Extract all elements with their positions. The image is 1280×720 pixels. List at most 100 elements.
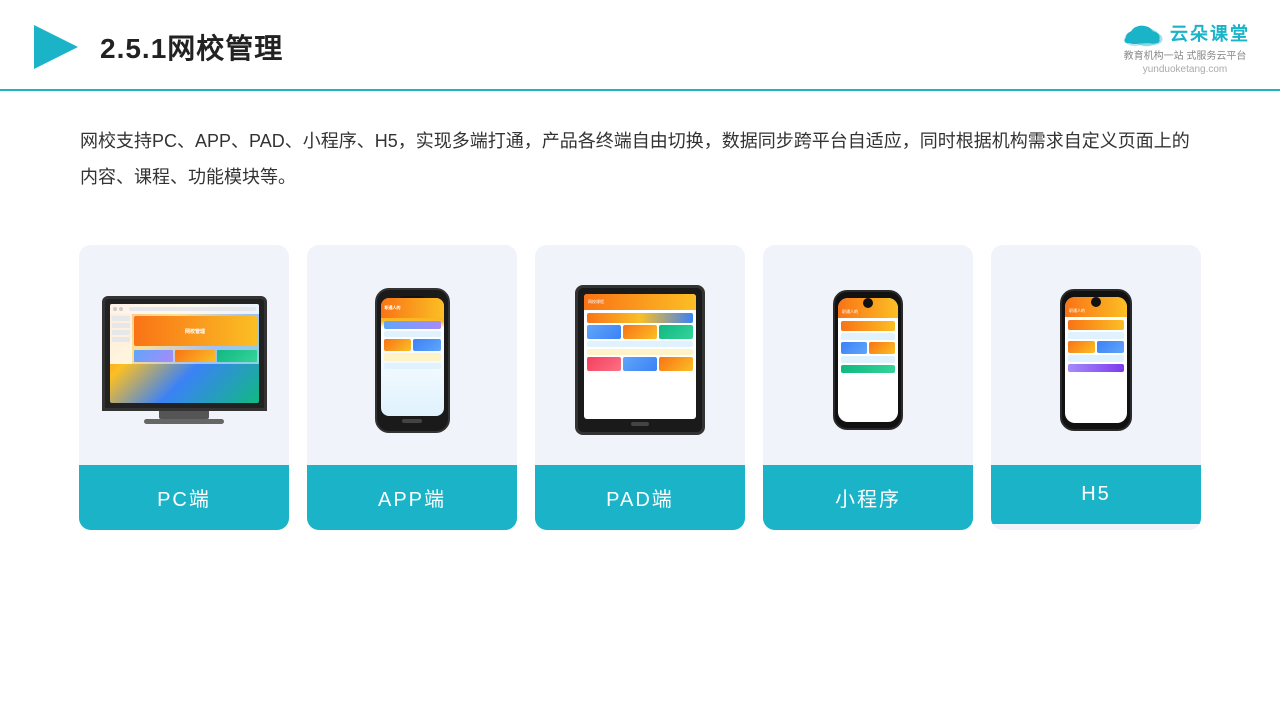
mini-grid-item-1 [841,342,867,354]
mini-screen-title-2: 职通人的 [1069,308,1085,314]
pc-screen-outer: 网校管理 [102,296,267,411]
card-pc: 网校管理 PC端 [79,245,289,530]
tablet-grid-item-4 [587,357,621,371]
pc-nav-dot-1 [113,307,117,311]
mini-screen-title: 职通人的 [842,309,858,315]
logo-url: yunduoketang.com [1143,64,1228,75]
card-miniprogram: 职通人的 小程序 [763,245,973,530]
phone-row-3 [384,353,441,361]
tablet-row-3 [587,349,693,355]
phone-home-btn [402,419,422,423]
pc-main: 网校管理 [132,314,259,364]
phone-row-4 [384,363,441,369]
pc-nav-dot-2 [119,307,123,311]
phone-screen-title: 职通人的 [385,305,401,311]
mini-row-2 [841,356,895,363]
mini-grid-item-3 [1068,341,1095,353]
pc-body: 网校管理 [110,314,259,364]
tablet-grid-item-2 [623,325,657,339]
pc-sidebar [110,314,132,364]
mini-row-orange-2 [1068,320,1124,330]
tablet-header-text: 网校课程 [588,299,604,305]
card-h5-image: 职通人的 [991,245,1201,465]
card-h5: 职通人的 H5 [991,245,1201,530]
phone-row-1 [384,321,441,329]
mini-phone-screen-1: 职通人的 [838,298,898,422]
tablet-header: 网校课程 [584,294,696,310]
pc-sidebar-item [112,330,130,335]
mini-row-purple [1068,364,1124,372]
pc-nav [110,304,259,314]
mini-phone-mockup-2: 职通人的 [1060,289,1132,431]
logo-cloud: 云朵课堂 [1120,18,1250,48]
tablet-row-2 [587,341,693,347]
mini-grid-2 [1068,341,1124,353]
tablet-grid [587,325,693,339]
pc-grid-item [217,350,257,362]
mini-phone-body-2 [1065,317,1127,375]
mini-phone-mockup-1: 职通人的 [833,290,903,430]
tablet-mockup: 网校课程 [575,285,705,435]
tablet-body [584,310,696,374]
play-icon [30,21,82,73]
mini-grid-item-4 [1097,341,1124,353]
header-left: 2.5.1网校管理 [30,21,283,73]
tablet-home-btn [631,422,649,426]
pc-sidebar-item [112,337,130,342]
tablet-grid-item-3 [659,325,693,339]
tablet-grid-item-5 [623,357,657,371]
phone-mockup: 职通人的 [375,288,450,433]
logo-area: 云朵课堂 教育机构一站 式服务云平台 yunduoketang.com [1120,18,1250,75]
tablet-row [587,313,693,323]
tablet-grid-2 [587,357,693,371]
page-title: 2.5.1网校管理 [100,27,283,67]
pc-nav-bar [129,307,256,311]
mini-phone-body-1 [838,318,898,376]
pc-sidebar-item [112,323,130,328]
mini-grid-1 [841,342,895,354]
pc-hero: 网校管理 [134,316,257,346]
phone-row-2 [384,331,441,337]
tablet-grid-item-1 [587,325,621,339]
card-pad-label: PAD端 [535,465,745,530]
mini-phone-punch-2 [1091,297,1101,307]
card-app: 职通人的 APP端 [307,245,517,530]
card-pc-image: 网校管理 [79,245,289,465]
phone-screen-body [381,318,444,372]
phone-screen: 职通人的 [381,298,444,416]
card-pc-label: PC端 [79,465,289,530]
card-pad-image: 网校课程 [535,245,745,465]
pc-stand [159,411,209,419]
mini-row-3 [1068,332,1124,339]
tablet-screen: 网校课程 [584,294,696,419]
mini-phone-punch [863,298,873,308]
card-miniprogram-image: 职通人的 [763,245,973,465]
phone-grid-item-2 [413,339,441,351]
mini-row-1 [841,333,895,340]
card-app-image: 职通人的 [307,245,517,465]
card-miniprogram-label: 小程序 [763,465,973,530]
cloud-logo-icon [1120,18,1164,48]
pc-grid-item [134,350,174,362]
pc-grid-item [175,350,215,362]
phone-grid [384,339,441,351]
pc-screen-inner: 网校管理 [110,304,259,403]
pc-grid [132,348,259,364]
mini-grid-item-2 [869,342,895,354]
description: 网校支持PC、APP、PAD、小程序、H5，实现多端打通，产品各终端自由切换，数… [0,91,1280,205]
description-text: 网校支持PC、APP、PAD、小程序、H5，实现多端打通，产品各终端自由切换，数… [80,131,1190,187]
tablet-grid-item-6 [659,357,693,371]
phone-grid-item-1 [384,339,412,351]
card-h5-label: H5 [991,465,1201,524]
cards-container: 网校管理 PC端 [0,215,1280,530]
pc-mockup: 网校管理 [94,296,274,424]
mini-phone-screen-2: 职通人的 [1065,297,1127,423]
card-pad: 网校课程 [535,245,745,530]
card-app-label: APP端 [307,465,517,530]
pc-base [144,419,224,424]
mini-row-orange-1 [841,321,895,331]
pc-sidebar-item [112,316,130,321]
phone-screen-header: 职通人的 [381,298,444,318]
logo-tagline: 教育机构一站 式服务云平台 [1124,50,1247,64]
pc-hero-text: 网校管理 [185,328,205,335]
